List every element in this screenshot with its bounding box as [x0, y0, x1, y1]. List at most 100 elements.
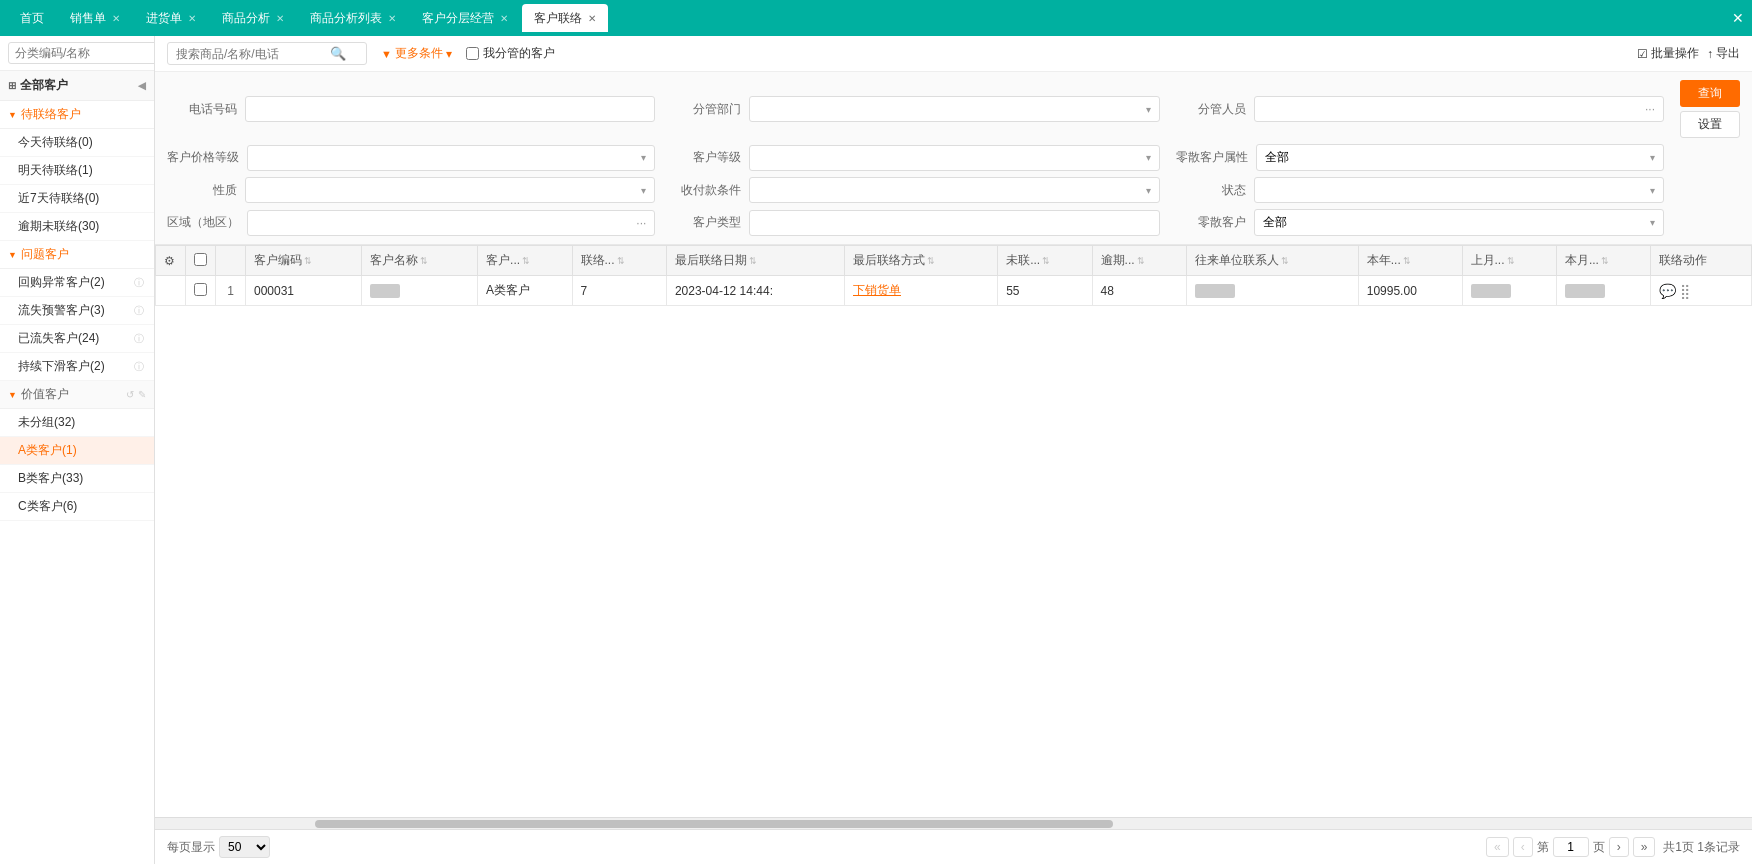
col-checkbox[interactable]	[186, 246, 216, 276]
nav-tab-purchase[interactable]: 进货单 ✕	[134, 4, 208, 32]
value-group-edit-icon[interactable]: ✎	[138, 389, 146, 400]
sidebar-item-today[interactable]: 今天待联络(0)	[0, 129, 154, 157]
sidebar-pending-group[interactable]: ▼ 待联络客户	[0, 101, 154, 129]
col-uncontacted-sort[interactable]: ⇅	[1042, 256, 1050, 266]
col-overdue[interactable]: 逾期... ⇅	[1092, 246, 1186, 276]
search-icon[interactable]: 🔍	[330, 46, 346, 61]
filter-person-input[interactable]: ···	[1254, 96, 1664, 122]
my-customers-check[interactable]	[466, 47, 479, 60]
horizontal-scrollbar[interactable]	[155, 817, 1752, 829]
nav-tab-customer-contact-close[interactable]: ✕	[588, 13, 596, 24]
col-last-method[interactable]: 最后联络方式 ⇅	[845, 246, 998, 276]
col-last-date[interactable]: 最后联络日期 ⇅	[666, 246, 844, 276]
sidebar-value-group[interactable]: ▼ 价值客户 ↺ ✎	[0, 381, 154, 409]
nav-tab-analysis-close[interactable]: ✕	[276, 13, 284, 24]
row-action-msg-icon[interactable]: 💬	[1659, 283, 1676, 299]
filter-price-level-select[interactable]: ▾	[247, 145, 655, 171]
row-last-method-cell[interactable]: 下销货单	[845, 276, 998, 306]
row-checkbox-cell[interactable]	[186, 276, 216, 306]
sidebar-all-customers-header[interactable]: ⊞ 全部客户 ◀	[0, 71, 154, 101]
row-action-more-icon[interactable]: ⣿	[1680, 283, 1690, 299]
sidebar-item-unclassified[interactable]: 未分组(32)	[0, 409, 154, 437]
filter-status-select[interactable]: ▾	[1254, 177, 1664, 203]
sidebar-search-input[interactable]	[8, 42, 155, 64]
col-code-sort[interactable]: ⇅	[304, 256, 312, 266]
filter-retail-attr-select[interactable]: 全部 ▾	[1256, 144, 1664, 171]
sidebar-item-loss-warning[interactable]: 流失预警客户(3) ⓘ	[0, 297, 154, 325]
select-all-checkbox[interactable]	[194, 253, 207, 266]
sidebar-item-repurchase-abnormal[interactable]: 回购异常客户(2) ⓘ	[0, 269, 154, 297]
prev-page-btn[interactable]: ‹	[1513, 837, 1533, 857]
sidebar-item-class-b[interactable]: B类客户(33)	[0, 465, 154, 493]
col-last-month-sort[interactable]: ⇅	[1507, 256, 1515, 266]
row-last-method-link[interactable]: 下销货单	[853, 283, 901, 297]
sidebar-problem-group[interactable]: ▼ 问题客户	[0, 241, 154, 269]
more-filters-btn[interactable]: ▼ 更多条件 ▾	[375, 42, 458, 65]
col-last-date-sort[interactable]: ⇅	[749, 256, 757, 266]
batch-ops-btn[interactable]: ☑ 批量操作	[1637, 45, 1699, 62]
setting-button[interactable]: 设置	[1680, 111, 1740, 138]
filter-customer-level-select[interactable]: ▾	[749, 145, 1159, 171]
row-checkbox[interactable]	[194, 283, 207, 296]
sidebar-item-declining[interactable]: 持续下滑客户(2) ⓘ	[0, 353, 154, 381]
col-last-method-sort[interactable]: ⇅	[927, 256, 935, 266]
filter-payment-select[interactable]: ▾	[749, 177, 1159, 203]
sidebar-item-tomorrow[interactable]: 明天待联络(1)	[0, 157, 154, 185]
sidebar-item-class-a[interactable]: A类客户(1)	[0, 437, 154, 465]
nav-tab-customer-mgmt-label: 客户分层经营	[422, 10, 494, 27]
col-overdue-sort[interactable]: ⇅	[1137, 256, 1145, 266]
page-input[interactable]	[1553, 837, 1589, 857]
filter-region-input[interactable]: ···	[247, 210, 655, 236]
col-contact-num-sort[interactable]: ⇅	[617, 256, 625, 266]
my-customers-checkbox[interactable]: 我分管的客户	[466, 45, 555, 62]
nav-tab-purchase-close[interactable]: ✕	[188, 13, 196, 24]
value-group-refresh-icon[interactable]: ↺	[126, 389, 134, 400]
query-button[interactable]: 查询	[1680, 80, 1740, 107]
nav-tab-sales[interactable]: 销售单 ✕	[58, 4, 132, 32]
col-this-month-sort[interactable]: ⇅	[1601, 256, 1609, 266]
col-unit-contact[interactable]: 往来单位联系人 ⇅	[1187, 246, 1359, 276]
filter-retail-customer-select[interactable]: 全部 ▾	[1254, 209, 1664, 236]
nav-home[interactable]: 首页	[8, 4, 56, 32]
sidebar-item-week[interactable]: 近7天待联络(0)	[0, 185, 154, 213]
close-all-tabs[interactable]: ✕	[1732, 10, 1744, 26]
filter-phone-input[interactable]	[245, 96, 655, 122]
last-page-btn[interactable]: »	[1633, 837, 1656, 857]
filter-nature-select[interactable]: ▾	[245, 177, 655, 203]
col-uncontacted[interactable]: 未联... ⇅	[998, 246, 1092, 276]
col-contact-num[interactable]: 联络... ⇅	[572, 246, 666, 276]
col-unit-contact-sort[interactable]: ⇅	[1281, 256, 1289, 266]
per-page-select[interactable]: 20 50 100	[219, 836, 270, 858]
export-btn[interactable]: ↑ 导出	[1707, 45, 1740, 62]
nav-tab-analysis-list-close[interactable]: ✕	[388, 13, 396, 24]
sidebar-item-week-label: 近7天待联络(0)	[18, 190, 99, 207]
col-this-month[interactable]: 本月... ⇅	[1556, 246, 1650, 276]
nav-tab-customer-mgmt-close[interactable]: ✕	[500, 13, 508, 24]
col-name[interactable]: 客户名称 ⇅	[362, 246, 478, 276]
nav-tab-analysis[interactable]: 商品分析 ✕	[210, 4, 296, 32]
col-type-sort[interactable]: ⇅	[522, 256, 530, 266]
filter-dept-select[interactable]: ▾	[749, 96, 1159, 122]
col-name-sort[interactable]: ⇅	[420, 256, 428, 266]
col-last-month[interactable]: 上月... ⇅	[1462, 246, 1556, 276]
nav-tab-analysis-list[interactable]: 商品分析列表 ✕	[298, 4, 408, 32]
col-code[interactable]: 客户编码 ⇅	[246, 246, 362, 276]
col-type[interactable]: 客户... ⇅	[478, 246, 572, 276]
row-actions: 💬 ⣿	[1659, 283, 1743, 299]
col-this-year[interactable]: 本年... ⇅	[1358, 246, 1462, 276]
col-this-year-sort[interactable]: ⇅	[1403, 256, 1411, 266]
nav-tab-customer-mgmt[interactable]: 客户分层经营 ✕	[410, 4, 520, 32]
search-input[interactable]	[176, 47, 326, 61]
sidebar-collapse-icon[interactable]: ◀	[138, 80, 146, 91]
col-settings[interactable]: ⚙	[156, 246, 186, 276]
horizontal-scroll-thumb[interactable]	[315, 820, 1114, 828]
nav-tab-customer-contact[interactable]: 客户联络 ✕	[522, 4, 608, 32]
settings-icon[interactable]: ⚙	[164, 254, 175, 268]
filter-customer-type-input[interactable]	[749, 210, 1159, 236]
sidebar-item-lost[interactable]: 已流失客户(24) ⓘ	[0, 325, 154, 353]
next-page-btn[interactable]: ›	[1609, 837, 1629, 857]
nav-tab-sales-close[interactable]: ✕	[112, 13, 120, 24]
first-page-btn[interactable]: «	[1486, 837, 1509, 857]
sidebar-item-overdue[interactable]: 逾期未联络(30)	[0, 213, 154, 241]
sidebar-item-class-c[interactable]: C类客户(6)	[0, 493, 154, 521]
